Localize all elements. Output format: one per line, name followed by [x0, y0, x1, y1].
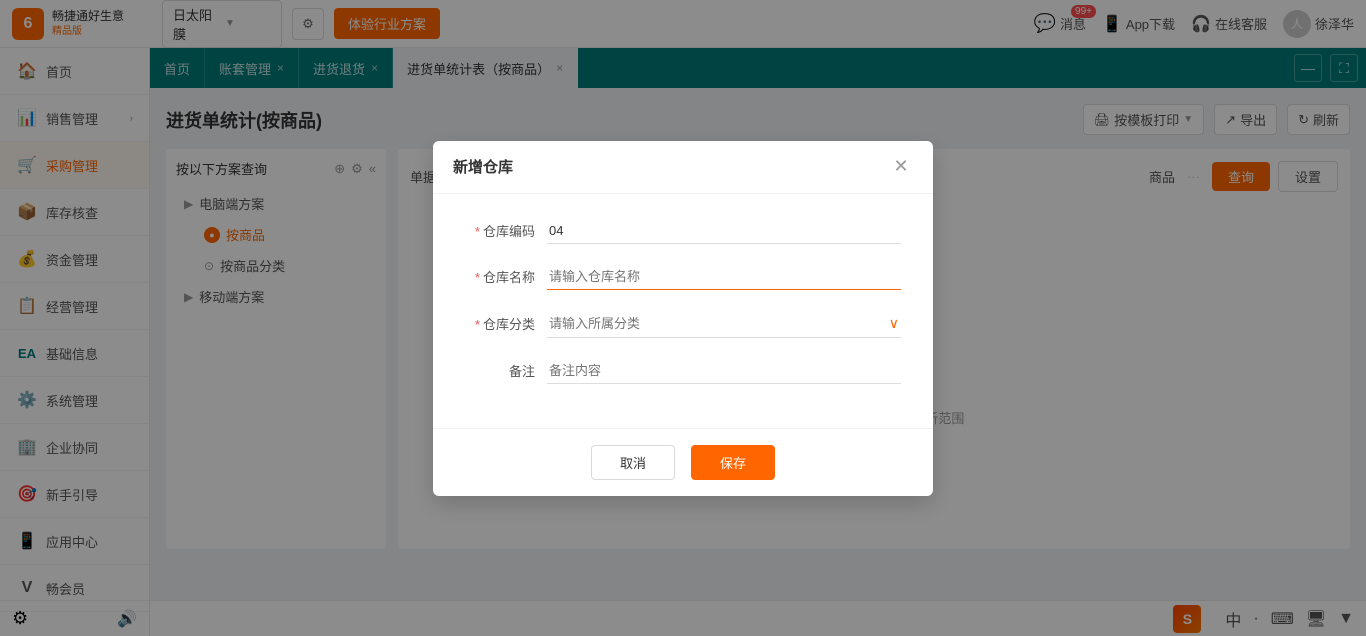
- category-dropdown-icon[interactable]: ∨: [889, 315, 899, 332]
- category-field-row: *仓库分类 ∨: [465, 310, 901, 338]
- name-field-row: *仓库名称: [465, 264, 901, 290]
- category-label: *仓库分类: [465, 314, 535, 333]
- add-warehouse-modal: 新增仓库 ✕ *仓库编码 *仓库名称 *仓库分类: [433, 141, 933, 496]
- category-select-wrap[interactable]: ∨: [547, 310, 901, 338]
- note-field-row: 备注: [465, 358, 901, 384]
- name-label: *仓库名称: [465, 267, 535, 286]
- modal-footer: 取消 保存: [433, 428, 933, 496]
- note-input[interactable]: [547, 358, 901, 384]
- code-input[interactable]: [547, 218, 901, 244]
- note-label: 备注: [465, 361, 535, 380]
- code-label: *仓库编码: [465, 221, 535, 240]
- category-input[interactable]: [549, 316, 889, 331]
- code-field-row: *仓库编码: [465, 218, 901, 244]
- cancel-button[interactable]: 取消: [591, 445, 675, 480]
- name-input[interactable]: [547, 264, 901, 290]
- modal-title: 新增仓库: [453, 156, 513, 177]
- save-button[interactable]: 保存: [691, 445, 775, 480]
- modal-overlay[interactable]: 新增仓库 ✕ *仓库编码 *仓库名称 *仓库分类: [0, 0, 1366, 636]
- modal-body: *仓库编码 *仓库名称 *仓库分类 ∨: [433, 194, 933, 428]
- modal-header: 新增仓库 ✕: [433, 141, 933, 194]
- modal-close-button[interactable]: ✕: [889, 155, 913, 179]
